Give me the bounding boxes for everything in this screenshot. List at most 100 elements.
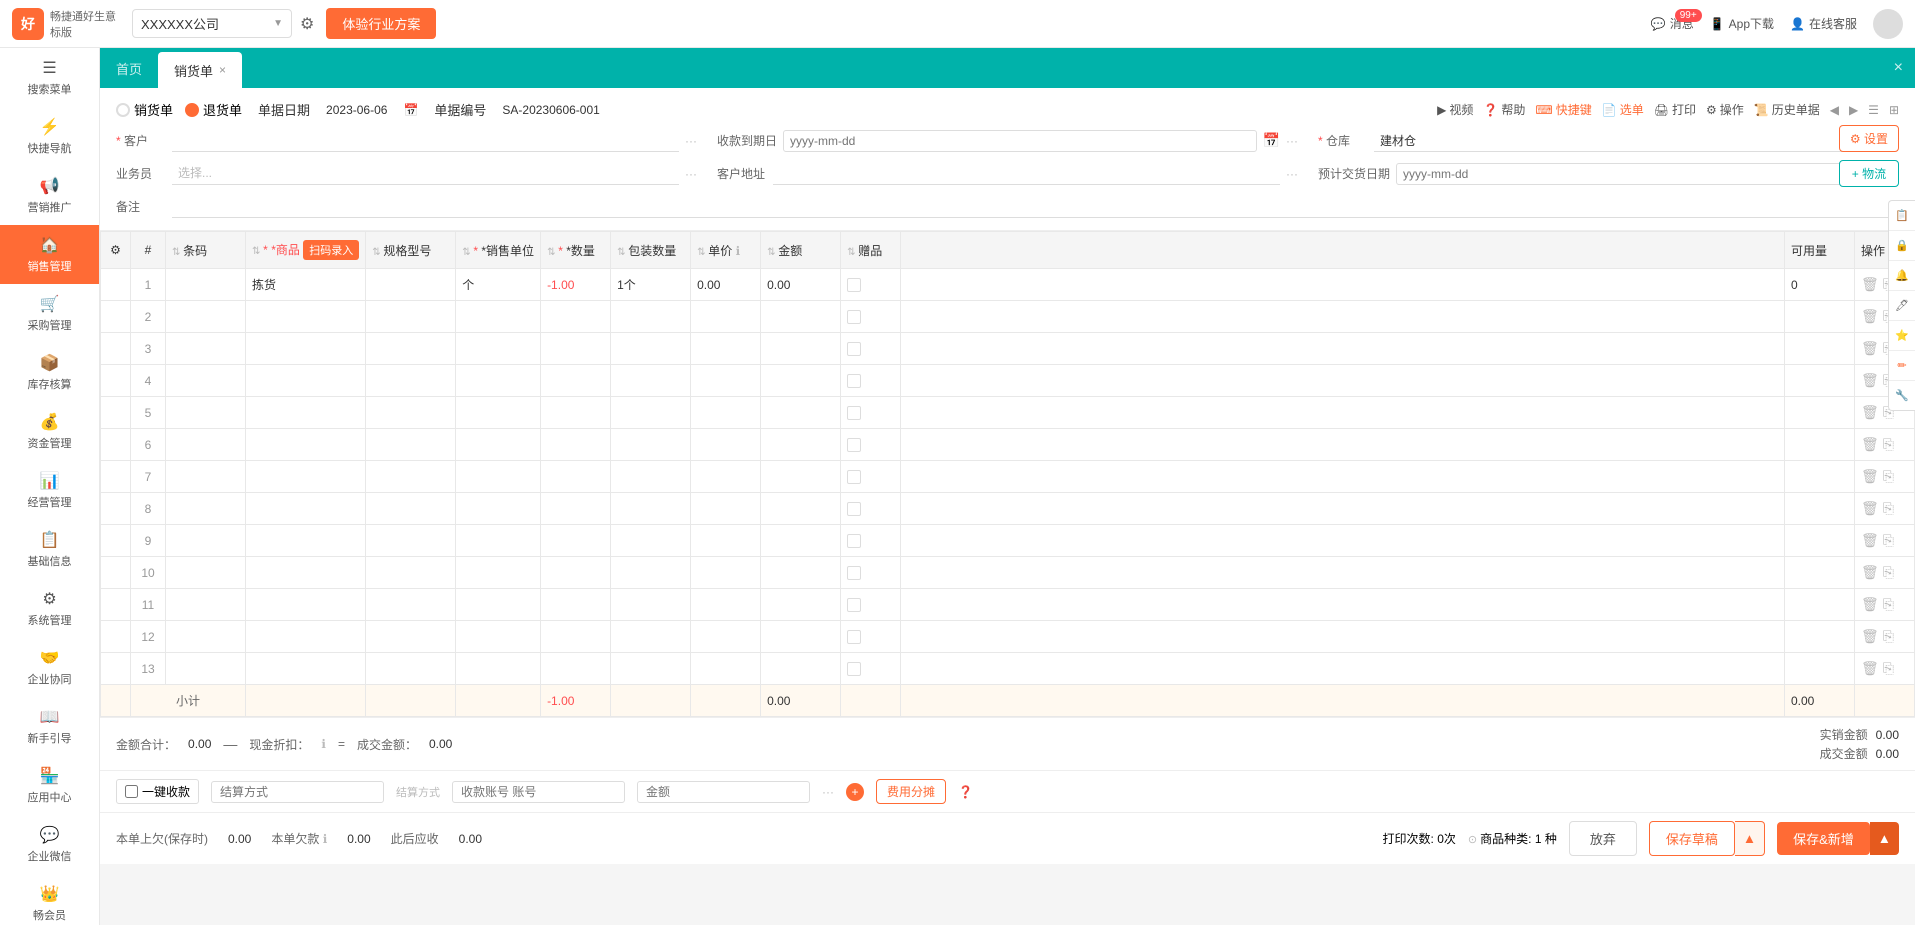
sidebar-item-search[interactable]: ☰ 搜索菜单 [0, 48, 99, 107]
payment-calendar-icon[interactable]: 📅 [1263, 132, 1280, 149]
video-button[interactable]: ▶ 视频 [1437, 101, 1473, 118]
sidebar-item-inventory[interactable]: 📦 库存核算 [0, 343, 99, 402]
account-input[interactable] [452, 781, 625, 803]
view-list-icon[interactable]: ☰ [1868, 103, 1879, 117]
nav-prev-icon[interactable]: ◀ [1830, 103, 1839, 117]
copy-row-icon[interactable]: ⎘ [1883, 596, 1894, 613]
delete-row-icon[interactable]: 🗑 [1861, 276, 1879, 293]
payment-more-icon[interactable]: ··· [1286, 134, 1298, 148]
radio-return-order[interactable]: 退货单 [185, 100, 242, 119]
rf-item-7[interactable]: 🔧 [1889, 381, 1915, 410]
ops-button[interactable]: ⚙ 操作 [1706, 101, 1744, 118]
delete-row-icon[interactable]: 🗑 [1861, 532, 1879, 549]
row-pack[interactable]: 1个 [611, 269, 691, 301]
nav-next-icon[interactable]: ▶ [1849, 103, 1858, 117]
price-info-icon[interactable]: ℹ [736, 244, 741, 258]
delete-row-icon[interactable]: 🗑 [1861, 340, 1879, 357]
settings-icon[interactable]: ⚙ [300, 14, 314, 34]
select-button[interactable]: 📄 选单 [1602, 101, 1644, 118]
customer-more-icon[interactable]: ··· [685, 134, 697, 148]
payment-due-input[interactable] [783, 130, 1257, 152]
row-barcode[interactable] [166, 269, 246, 301]
row-qty[interactable]: -1.00 [541, 269, 611, 301]
amount-input[interactable] [637, 781, 810, 803]
field-more-icon[interactable]: ··· [822, 785, 834, 799]
radio-sales-order[interactable]: 销货单 [116, 100, 173, 119]
copy-row-icon[interactable]: ⎘ [1883, 500, 1894, 517]
delete-row-icon[interactable]: 🗑 [1861, 404, 1879, 421]
view-grid-icon[interactable]: ⊞ [1889, 103, 1899, 117]
experience-button[interactable]: 体验行业方案 [326, 8, 436, 39]
expense-split-button[interactable]: 费用分摊 [876, 779, 946, 804]
rf-item-2[interactable]: 🔒 [1889, 231, 1915, 261]
calendar-icon[interactable]: 📅 [403, 103, 418, 117]
customer-input[interactable] [172, 129, 679, 152]
save-draft-button[interactable]: 保存草稿 [1649, 821, 1735, 856]
sidebar-item-basics[interactable]: 📋 基础信息 [0, 520, 99, 579]
sidebar-item-finance[interactable]: 💰 资金管理 [0, 402, 99, 461]
row-gift[interactable] [841, 269, 901, 301]
settings-button[interactable]: ⚙ 设置 [1839, 125, 1899, 152]
delete-row-icon[interactable]: 🗑 [1861, 628, 1879, 645]
copy-row-icon[interactable]: ⎘ [1883, 468, 1894, 485]
notes-input[interactable] [172, 195, 1899, 218]
address-more-icon[interactable]: ··· [1286, 167, 1298, 181]
order-due-info-icon[interactable]: ℹ [323, 832, 328, 846]
history-button[interactable]: 📜 历史单据 [1754, 101, 1820, 118]
row-spec[interactable] [366, 269, 456, 301]
tab-sales-order[interactable]: 销货单 × [158, 52, 242, 88]
rf-item-4[interactable]: 🖊 [1889, 291, 1915, 321]
delete-row-icon[interactable]: 🗑 [1861, 308, 1879, 325]
discard-button[interactable]: 放弃 [1569, 821, 1637, 856]
copy-row-icon[interactable]: ⎘ [1883, 532, 1894, 549]
sidebar-item-marketing[interactable]: 📢 营销推广 [0, 166, 99, 225]
row-goods[interactable]: 拣货 [246, 269, 366, 301]
expense-help-icon[interactable]: ❓ [958, 785, 973, 799]
save-draft-arrow[interactable]: ▲ [1735, 821, 1765, 856]
sidebar-item-appstore[interactable]: 🏪 应用中心 [0, 756, 99, 815]
delete-row-icon[interactable]: 🗑 [1861, 372, 1879, 389]
col-settings[interactable]: ⚙ [101, 232, 131, 269]
customer-address-input[interactable] [773, 162, 1280, 185]
tab-home[interactable]: 首页 [100, 48, 158, 88]
copy-row-icon[interactable]: ⎘ [1883, 564, 1894, 581]
save-new-arrow[interactable]: ▲ [1870, 822, 1899, 855]
online-service-button[interactable]: 👤 在线客服 [1790, 15, 1857, 32]
sidebar-item-guide[interactable]: 📖 新手引导 [0, 697, 99, 756]
sidebar-item-nav[interactable]: ⚡ 快捷导航 [0, 107, 99, 166]
logistics-button[interactable]: + 物流 [1839, 160, 1899, 187]
message-button[interactable]: 💬 消息 99+ [1651, 15, 1694, 32]
one-click-checkbox[interactable] [125, 785, 138, 798]
save-new-button[interactable]: 保存&新增 [1777, 822, 1870, 855]
sidebar-item-sales[interactable]: 🏠 销售管理 [0, 225, 99, 284]
row-amount[interactable]: 0.00 [761, 269, 841, 301]
rf-item-3[interactable]: 🔔 [1889, 261, 1915, 291]
delete-row-icon[interactable]: 🗑 [1861, 436, 1879, 453]
sidebar-item-purchase[interactable]: 🛒 采购管理 [0, 284, 99, 343]
gift-checkbox[interactable] [847, 278, 861, 292]
delivery-date-input[interactable] [1396, 163, 1876, 185]
payment-method-input[interactable] [211, 781, 384, 803]
app-download-button[interactable]: 📱 App下载 [1710, 15, 1774, 32]
salesperson-input[interactable] [172, 162, 679, 185]
copy-row-icon[interactable]: ⎘ [1883, 436, 1894, 453]
sidebar-item-member[interactable]: 👑 畅会员 [0, 874, 99, 925]
discount-info-icon[interactable]: ℹ [321, 737, 326, 751]
company-selector[interactable]: XXXXXX公司 ▼ [132, 9, 292, 38]
sidebar-item-wechat[interactable]: 💬 企业微信 [0, 815, 99, 874]
sidebar-item-system[interactable]: ⚙ 系统管理 [0, 579, 99, 638]
delete-row-icon[interactable]: 🗑 [1861, 468, 1879, 485]
shortcut-button[interactable]: ⌨ 快捷键 [1535, 101, 1591, 118]
rf-item-5[interactable]: ⭐ [1889, 321, 1915, 351]
sidebar-item-operations[interactable]: 📊 经营管理 [0, 461, 99, 520]
copy-row-icon[interactable]: ⎘ [1883, 628, 1894, 645]
tab-close-icon[interactable]: × [219, 63, 226, 77]
copy-row-icon[interactable]: ⎘ [1883, 660, 1894, 677]
help-button[interactable]: ❓ 帮助 [1483, 101, 1525, 118]
row-price[interactable]: 0.00 [691, 269, 761, 301]
one-click-payment-button[interactable]: 一键收款 [116, 779, 199, 804]
avatar[interactable] [1873, 9, 1903, 39]
tab-bar-close-button[interactable]: × [1894, 59, 1915, 77]
add-payment-button[interactable]: + [846, 783, 864, 801]
rf-item-1[interactable]: 📋 [1889, 201, 1915, 231]
